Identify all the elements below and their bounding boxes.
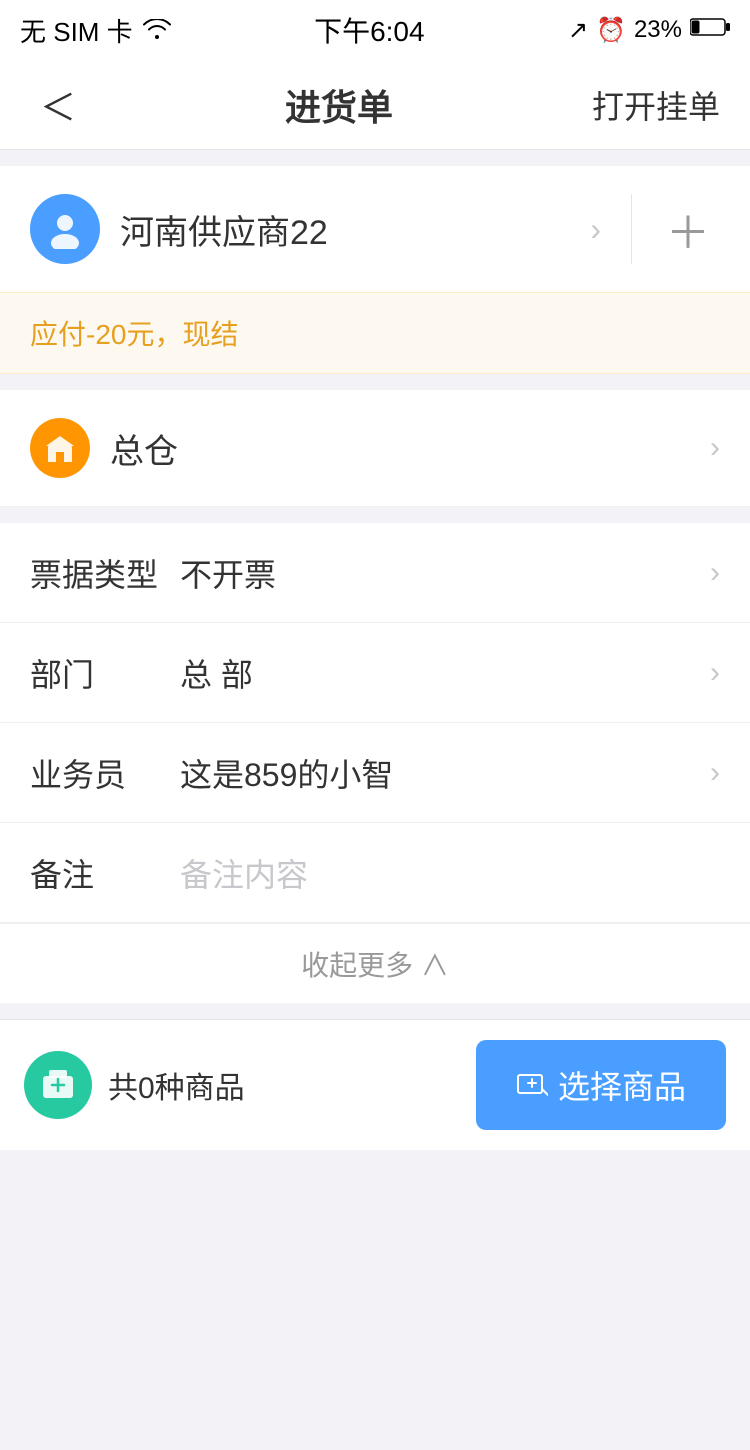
warehouse-name: 总仓: [110, 424, 710, 473]
divider-vertical: [631, 194, 632, 264]
salesperson-row[interactable]: 业务员 这是859的小智 ›: [0, 723, 750, 823]
form-section: 票据类型 不开票 › 部门 总 部 › 业务员 这是859的小智 › 备注 备注…: [0, 523, 750, 1003]
nav-bar: ＜ 进货单 打开挂单: [0, 60, 750, 150]
location-icon: ↗: [568, 16, 588, 45]
alarm-icon: ⏰: [596, 16, 626, 45]
status-time: 下午6:04: [314, 10, 425, 50]
gap-3: [0, 507, 750, 523]
warehouse-section: 总仓 ›: [0, 390, 750, 507]
remark-value: 备注内容: [170, 850, 720, 896]
notice-banner: 应付-20元，现结: [0, 292, 750, 374]
select-product-button[interactable]: 选择商品: [476, 1040, 726, 1130]
department-row[interactable]: 部门 总 部 ›: [0, 623, 750, 723]
back-button[interactable]: ＜: [30, 69, 86, 141]
notice-text: 应付-20元，现结: [30, 319, 238, 350]
battery-label: 23%: [634, 16, 682, 44]
department-label: 部门: [30, 650, 170, 696]
department-value: 总 部: [170, 650, 710, 696]
supplier-section: 河南供应商22 › ＋: [0, 166, 750, 292]
invoice-type-label: 票据类型: [30, 550, 170, 596]
gap-2: [0, 374, 750, 390]
supplier-name: 河南供应商22: [120, 205, 590, 254]
status-left: 无 SIM 卡: [20, 12, 171, 49]
bottom-bar: 共0种商品 选择商品: [0, 1019, 750, 1150]
supplier-chevron-icon: ›: [590, 211, 601, 248]
remark-label: 备注: [30, 850, 170, 896]
wifi-icon: [143, 15, 171, 46]
status-right: ↗ ⏰ 23%: [568, 16, 730, 45]
carrier-label: 无 SIM 卡: [20, 12, 133, 49]
supplier-row[interactable]: 河南供应商22 ›: [30, 166, 621, 292]
warehouse-chevron-icon: ›: [710, 431, 720, 465]
product-icon-wrap: [24, 1051, 92, 1119]
invoice-type-row[interactable]: 票据类型 不开票 ›: [0, 523, 750, 623]
salesperson-value: 这是859的小智: [170, 750, 710, 796]
collapse-label: 收起更多 ∧: [301, 944, 449, 984]
product-count-label: 共0种商品: [108, 1063, 476, 1107]
supplier-avatar: [30, 194, 100, 264]
warehouse-row[interactable]: 总仓 ›: [0, 390, 750, 507]
add-supplier-button[interactable]: ＋: [642, 187, 720, 271]
page-title: 进货单: [285, 79, 393, 131]
salesperson-label: 业务员: [30, 750, 170, 796]
invoice-type-value: 不开票: [170, 550, 710, 596]
open-pending-button[interactable]: 打开挂单: [592, 82, 720, 128]
remark-row[interactable]: 备注 备注内容: [0, 823, 750, 923]
gap-1: [0, 150, 750, 166]
warehouse-icon: [30, 418, 90, 478]
salesperson-chevron-icon: ›: [710, 756, 720, 790]
collapse-button[interactable]: 收起更多 ∧: [0, 923, 750, 1003]
status-bar: 无 SIM 卡 下午6:04 ↗ ⏰ 23%: [0, 0, 750, 60]
invoice-type-chevron-icon: ›: [710, 556, 720, 590]
page-background: [0, 1150, 750, 1450]
select-product-label: 选择商品: [558, 1062, 686, 1108]
department-chevron-icon: ›: [710, 656, 720, 690]
battery-icon: [690, 16, 730, 44]
